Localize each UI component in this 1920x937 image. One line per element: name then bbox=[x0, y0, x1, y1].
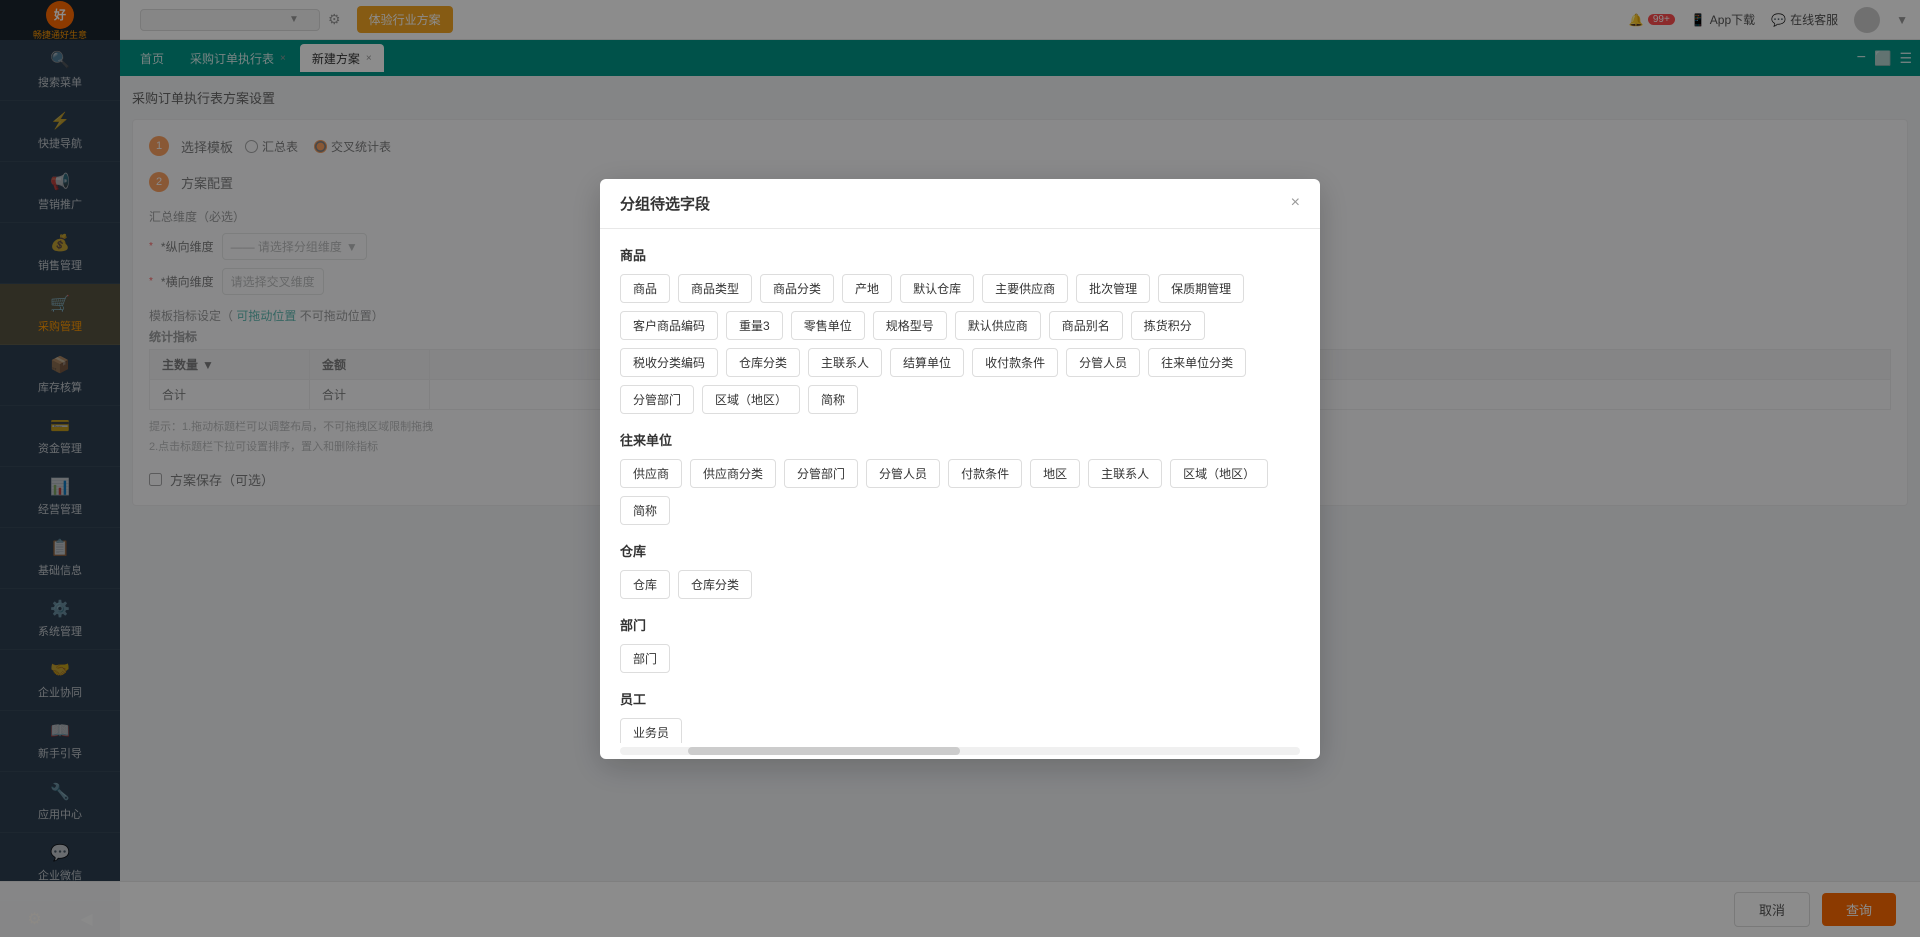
horizontal-scrollbar-thumb bbox=[688, 747, 960, 755]
field-tag[interactable]: 部门 bbox=[620, 644, 670, 673]
section-employee: 员工 业务员 bbox=[620, 689, 1300, 743]
field-tag[interactable]: 商品 bbox=[620, 274, 670, 303]
field-tag[interactable]: 付款条件 bbox=[948, 459, 1022, 488]
field-tag[interactable]: 商品类型 bbox=[678, 274, 752, 303]
field-tag[interactable]: 拣货积分 bbox=[1131, 311, 1205, 340]
field-tag[interactable]: 仓库分类 bbox=[678, 570, 752, 599]
section-warehouse-title: 仓库 bbox=[620, 541, 1300, 560]
field-tag[interactable]: 批次管理 bbox=[1076, 274, 1150, 303]
field-tag[interactable]: 往来单位分类 bbox=[1148, 348, 1246, 377]
field-tag[interactable]: 默认供应商 bbox=[955, 311, 1041, 340]
field-tag[interactable]: 商品别名 bbox=[1049, 311, 1123, 340]
dialog-close-icon[interactable]: × bbox=[1291, 194, 1300, 212]
field-tag[interactable]: 分管人员 bbox=[866, 459, 940, 488]
section-partner: 往来单位 供应商 供应商分类 分管部门 分管人员 付款条件 地区 主联系人 区域… bbox=[620, 430, 1300, 525]
dialog-header: 分组待选字段 × bbox=[600, 179, 1320, 229]
field-tag[interactable]: 供应商分类 bbox=[690, 459, 776, 488]
horizontal-scrollbar[interactable] bbox=[620, 747, 1300, 755]
section-goods: 商品 商品 商品类型 商品分类 产地 默认仓库 主要供应商 批次管理 保质期管理… bbox=[620, 245, 1300, 414]
field-tag[interactable]: 主要供应商 bbox=[982, 274, 1068, 303]
section-employee-title: 员工 bbox=[620, 689, 1300, 708]
field-tag[interactable]: 商品分类 bbox=[760, 274, 834, 303]
field-tag[interactable]: 仓库分类 bbox=[726, 348, 800, 377]
field-tag[interactable]: 分管部门 bbox=[784, 459, 858, 488]
field-tag[interactable]: 分管部门 bbox=[620, 385, 694, 414]
section-warehouse: 仓库 仓库 仓库分类 bbox=[620, 541, 1300, 599]
field-tag[interactable]: 产地 bbox=[842, 274, 892, 303]
field-tag[interactable]: 结算单位 bbox=[890, 348, 964, 377]
field-tag[interactable]: 主联系人 bbox=[808, 348, 882, 377]
dialog-body: 商品 商品 商品类型 商品分类 产地 默认仓库 主要供应商 批次管理 保质期管理… bbox=[600, 229, 1320, 743]
field-tag[interactable]: 主联系人 bbox=[1088, 459, 1162, 488]
section-partner-tags: 供应商 供应商分类 分管部门 分管人员 付款条件 地区 主联系人 区域（地区） … bbox=[620, 459, 1300, 525]
section-warehouse-tags: 仓库 仓库分类 bbox=[620, 570, 1300, 599]
field-tag[interactable]: 税收分类编码 bbox=[620, 348, 718, 377]
field-tag[interactable]: 业务员 bbox=[620, 718, 682, 743]
dialog-title: 分组待选字段 bbox=[620, 193, 710, 214]
field-tag[interactable]: 供应商 bbox=[620, 459, 682, 488]
section-partner-title: 往来单位 bbox=[620, 430, 1300, 449]
field-tag[interactable]: 重量3 bbox=[726, 311, 783, 340]
field-tag[interactable]: 简称 bbox=[620, 496, 670, 525]
field-tag[interactable]: 仓库 bbox=[620, 570, 670, 599]
section-goods-tags: 商品 商品类型 商品分类 产地 默认仓库 主要供应商 批次管理 保质期管理 客户… bbox=[620, 274, 1300, 414]
section-dept-title: 部门 bbox=[620, 615, 1300, 634]
field-tag[interactable]: 区域（地区） bbox=[702, 385, 800, 414]
field-tag[interactable]: 默认仓库 bbox=[900, 274, 974, 303]
section-employee-tags: 业务员 bbox=[620, 718, 1300, 743]
dialog: 分组待选字段 × 商品 商品 商品类型 商品分类 产地 默认仓库 主要供应商 批… bbox=[600, 179, 1320, 759]
field-tag[interactable]: 地区 bbox=[1030, 459, 1080, 488]
field-tag[interactable]: 零售单位 bbox=[791, 311, 865, 340]
field-tag[interactable]: 区域（地区） bbox=[1170, 459, 1268, 488]
field-tag[interactable]: 客户商品编码 bbox=[620, 311, 718, 340]
field-tag[interactable]: 简称 bbox=[808, 385, 858, 414]
dialog-hscroll bbox=[600, 743, 1320, 759]
dialog-overlay: 分组待选字段 × 商品 商品 商品类型 商品分类 产地 默认仓库 主要供应商 批… bbox=[0, 0, 1920, 937]
section-dept: 部门 部门 bbox=[620, 615, 1300, 673]
section-goods-title: 商品 bbox=[620, 245, 1300, 264]
field-tag[interactable]: 保质期管理 bbox=[1158, 274, 1244, 303]
field-tag[interactable]: 规格型号 bbox=[873, 311, 947, 340]
field-tag[interactable]: 分管人员 bbox=[1066, 348, 1140, 377]
section-dept-tags: 部门 bbox=[620, 644, 1300, 673]
field-tag[interactable]: 收付款条件 bbox=[972, 348, 1058, 377]
